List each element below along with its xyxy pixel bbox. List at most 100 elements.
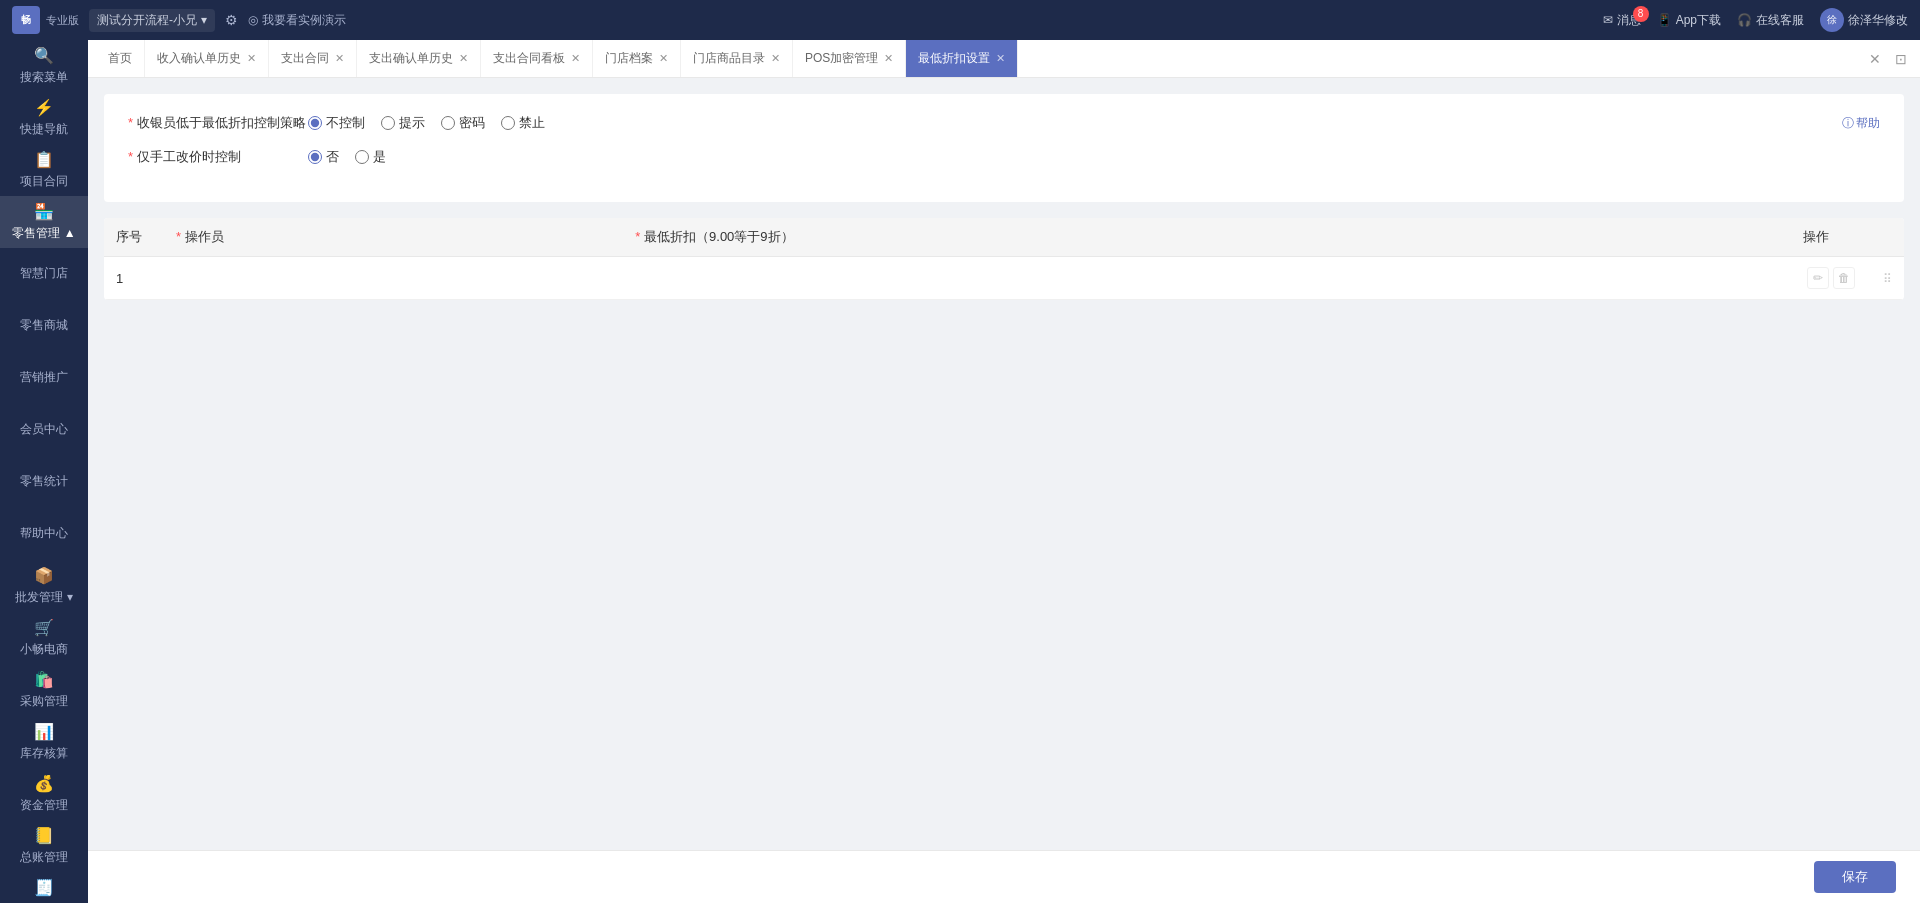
- tab-close-icon[interactable]: ✕: [571, 52, 580, 65]
- tab-min-discount[interactable]: 最低折扣设置 ✕: [906, 40, 1018, 78]
- headset-icon: 🎧: [1737, 13, 1752, 27]
- required-marker2: *: [128, 149, 133, 164]
- col-discount-header: * 最低折扣（9.00等于9折）: [623, 218, 1791, 257]
- tabbar: 首页 收入确认单历史 ✕ 支出合同 ✕ 支出确认单历史 ✕ 支出合同看板 ✕ 门…: [88, 40, 1920, 78]
- sidebar-item-label: 资金管理: [20, 798, 68, 814]
- discount-policy-options: 不控制 提示 密码 禁止: [308, 114, 545, 132]
- option-yes-label: 是: [373, 148, 386, 166]
- tab-close-icon[interactable]: ✕: [247, 52, 256, 65]
- tab-store-file-label: 门店档案: [605, 50, 653, 67]
- close-tab-btn[interactable]: ✕: [1864, 48, 1886, 70]
- content-area: 首页 收入确认单历史 ✕ 支出合同 ✕ 支出确认单历史 ✕ 支出合同看板 ✕ 门…: [88, 40, 1920, 903]
- option-password[interactable]: 密码: [441, 114, 485, 132]
- tab-income-history-label: 收入确认单历史: [157, 50, 241, 67]
- topbar-right: ✉ 消息 8 📱 App下载 🎧 在线客服 徐 徐泽华修改: [1603, 8, 1908, 32]
- option-password-label: 密码: [459, 114, 485, 132]
- edit-btn[interactable]: ✏: [1807, 267, 1829, 289]
- username: 徐泽华修改: [1848, 12, 1908, 29]
- tab-store-file[interactable]: 门店档案 ✕: [593, 40, 681, 78]
- app-download-action[interactable]: 📱 App下载: [1657, 12, 1721, 29]
- delete-btn[interactable]: 🗑: [1833, 267, 1855, 289]
- tab-home[interactable]: 首页: [96, 40, 145, 78]
- help-link-text: 帮助: [1856, 115, 1880, 132]
- project-name: 测试分开流程-小兄: [97, 12, 197, 29]
- table-section: 序号 * 操作员 * 最低折扣（9.00等于9折） 操作 1: [104, 218, 1904, 300]
- tab-pay-contract-board[interactable]: 支出合同看板 ✕: [481, 40, 593, 78]
- sidebar-item-label: 库存核算: [20, 746, 68, 762]
- sidebar-item-marketing[interactable]: 营销推广: [0, 352, 88, 404]
- discount-policy-label: * 收银员低于最低折扣控制策略: [128, 114, 308, 132]
- tab-close-icon[interactable]: ✕: [659, 52, 668, 65]
- sidebar-item-online-shop[interactable]: 零售商城: [0, 300, 88, 352]
- sidebar-item-finance[interactable]: 💰 资金管理: [0, 768, 88, 820]
- project-selector[interactable]: 测试分开流程-小兄 ▾: [89, 9, 215, 32]
- dropdown-icon: ▾: [201, 13, 207, 27]
- sidebar-item-smart-store[interactable]: 智慧门店: [0, 248, 88, 300]
- settings-icon[interactable]: ⚙: [225, 12, 238, 28]
- tab-close-icon[interactable]: ✕: [459, 52, 468, 65]
- tab-close-active-icon[interactable]: ✕: [996, 52, 1005, 65]
- tab-pay-contract-label: 支出合同: [281, 50, 329, 67]
- tab-pos-encrypt[interactable]: POS加密管理 ✕: [793, 40, 906, 78]
- help-link[interactable]: ⓘ 帮助: [1842, 115, 1880, 132]
- online-support-action[interactable]: 🎧 在线客服: [1737, 12, 1804, 29]
- demo-link[interactable]: ◎ 我要看实例演示: [248, 12, 346, 29]
- ecommerce-icon: 🛒: [34, 618, 54, 637]
- tab-close-icon[interactable]: ✕: [335, 52, 344, 65]
- sidebar-item-label: 小畅电商: [20, 642, 68, 658]
- sidebar-item-ecommerce[interactable]: 🛒 小畅电商: [0, 612, 88, 664]
- option-forbid[interactable]: 禁止: [501, 114, 545, 132]
- tab-store-catalog[interactable]: 门店商品目录 ✕: [681, 40, 793, 78]
- tab-income-history[interactable]: 收入确认单历史 ✕: [145, 40, 269, 78]
- option-no-control-label: 不控制: [326, 114, 365, 132]
- main-layout: 🔍 搜索菜单 ⚡ 快捷导航 📋 项目合同 🏪 零售管理 ▲ 智慧门店 零售商城 …: [0, 40, 1920, 903]
- sidebar-item-label: 快捷导航: [20, 122, 68, 138]
- help-circle-icon: ⓘ: [1842, 115, 1854, 132]
- app-download-label: App下载: [1676, 12, 1721, 29]
- tab-pay-contract[interactable]: 支出合同 ✕: [269, 40, 357, 78]
- sidebar-item-help[interactable]: 帮助中心: [0, 508, 88, 560]
- option-no-control[interactable]: 不控制: [308, 114, 365, 132]
- sidebar-item-search[interactable]: 🔍 搜索菜单: [0, 40, 88, 92]
- tab-pay-confirm-history-label: 支出确认单历史: [369, 50, 453, 67]
- tab-close-icon[interactable]: ✕: [884, 52, 893, 65]
- sidebar-item-accounting[interactable]: 📒 总账管理: [0, 820, 88, 872]
- tab-close-icon[interactable]: ✕: [771, 52, 780, 65]
- sidebar-item-label: 帮助中心: [20, 526, 68, 542]
- user-area[interactable]: 徐 徐泽华修改: [1820, 8, 1908, 32]
- option-remind[interactable]: 提示: [381, 114, 425, 132]
- tab-store-catalog-label: 门店商品目录: [693, 50, 765, 67]
- maximize-btn[interactable]: ⊡: [1890, 48, 1912, 70]
- invoice-icon: 🧾: [34, 878, 54, 897]
- cell-operator: [164, 257, 623, 300]
- logo-icon: 畅: [12, 6, 40, 34]
- tab-pay-confirm-history[interactable]: 支出确认单历史 ✕: [357, 40, 481, 78]
- sidebar-item-contract[interactable]: 📋 项目合同: [0, 144, 88, 196]
- option-no[interactable]: 否: [308, 148, 339, 166]
- sidebar-item-retail[interactable]: 🏪 零售管理 ▲: [0, 196, 88, 248]
- sidebar-item-invoice[interactable]: 🧾 发票管理: [0, 872, 88, 903]
- manual-price-label: * 仅手工改价时控制: [128, 148, 308, 166]
- sidebar-item-inventory[interactable]: 📊 库存核算: [0, 716, 88, 768]
- message-icon: ✉: [1603, 13, 1613, 27]
- message-action[interactable]: ✉ 消息 8: [1603, 12, 1641, 29]
- drag-handle[interactable]: ⠿: [1883, 272, 1892, 286]
- sidebar-item-wholesale[interactable]: 📦 批发管理 ▾: [0, 560, 88, 612]
- cell-actions: ✏ 🗑: [1791, 257, 1871, 300]
- data-table: 序号 * 操作员 * 最低折扣（9.00等于9折） 操作 1: [104, 218, 1904, 300]
- action-buttons: ✏ 🗑: [1803, 267, 1859, 289]
- sidebar-item-quicknav[interactable]: ⚡ 快捷导航: [0, 92, 88, 144]
- sidebar-item-member[interactable]: 会员中心: [0, 404, 88, 456]
- save-button[interactable]: 保存: [1814, 861, 1896, 893]
- retail-icon: 🏪: [34, 202, 54, 221]
- search-icon: 🔍: [34, 46, 54, 65]
- option-yes[interactable]: 是: [355, 148, 386, 166]
- sidebar-item-purchase[interactable]: 🛍️ 采购管理: [0, 664, 88, 716]
- sidebar-item-label: 采购管理: [20, 694, 68, 710]
- wholesale-icon: 📦: [34, 566, 54, 585]
- sidebar-item-retail-stats[interactable]: 零售统计: [0, 456, 88, 508]
- col-drag-header: [1871, 218, 1904, 257]
- sidebar-item-label: 营销推广: [20, 370, 68, 386]
- tab-pos-encrypt-label: POS加密管理: [805, 50, 878, 67]
- sidebar-item-label: 零售商城: [20, 318, 68, 334]
